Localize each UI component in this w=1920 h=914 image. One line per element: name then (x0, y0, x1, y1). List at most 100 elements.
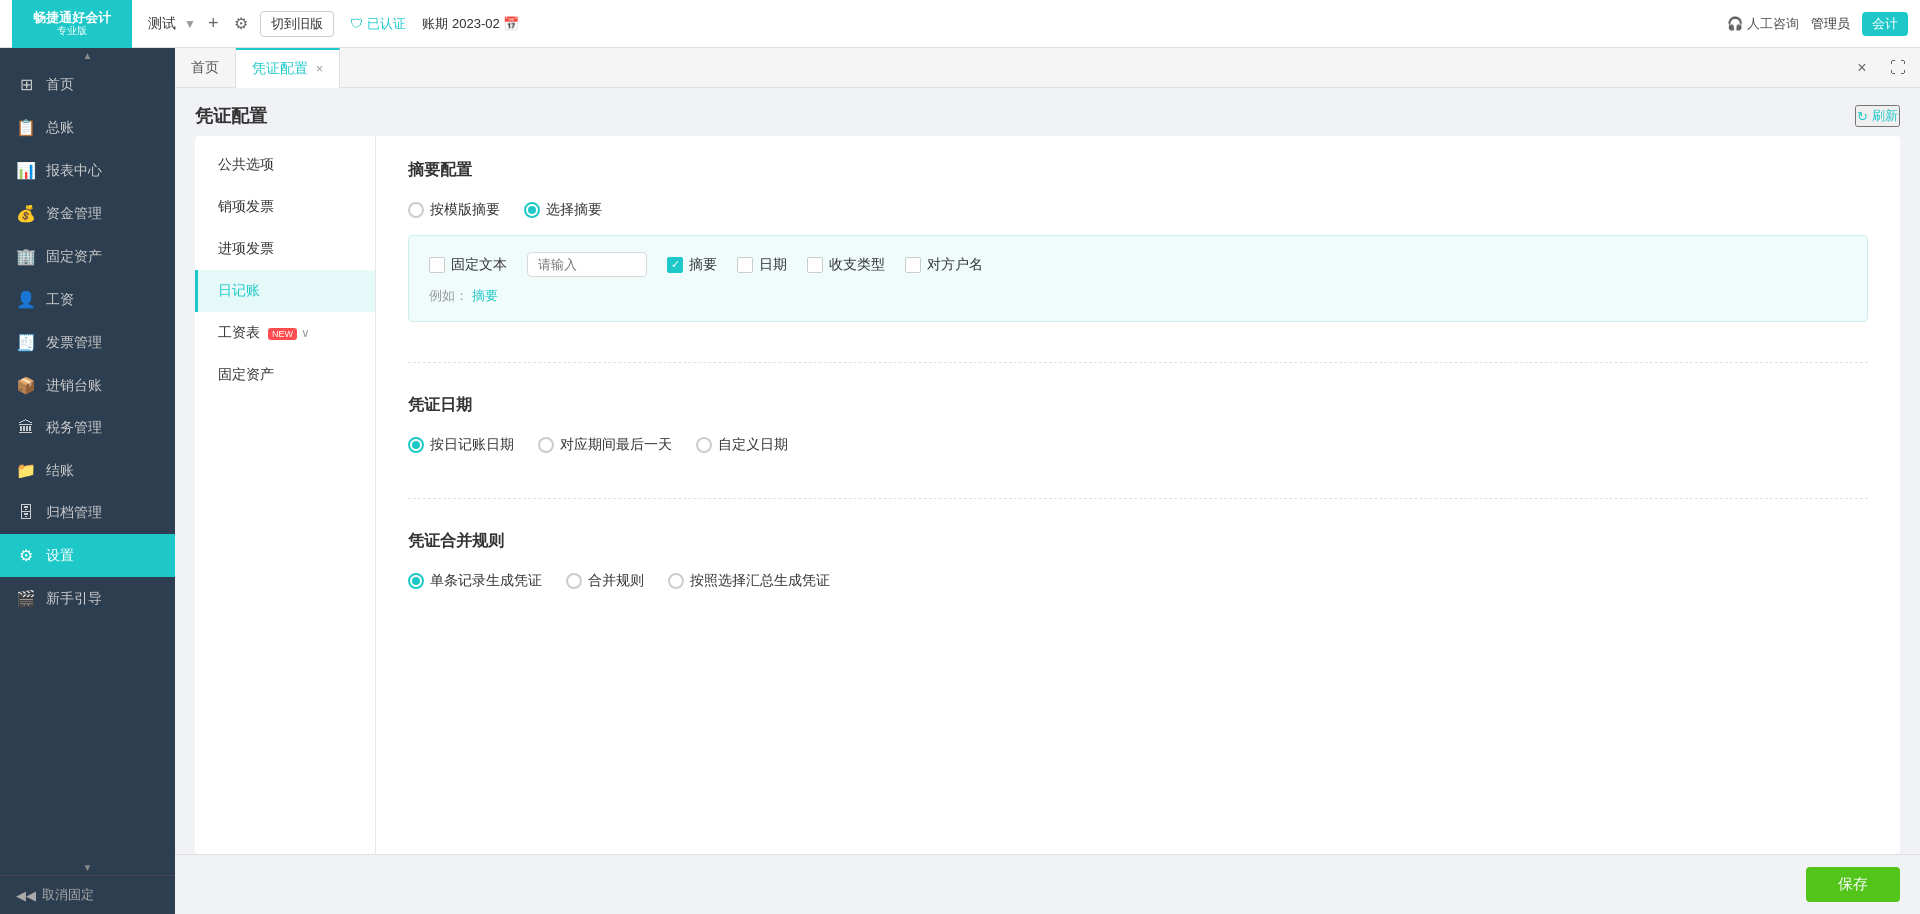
checkbox-fixed-text[interactable]: 固定文本 (429, 256, 507, 274)
page-header: 凭证配置 ↻ 刷新 (175, 88, 1920, 136)
date-section: 凭证日期 按日记账日期 对应期间最后一天 (408, 395, 1868, 499)
fixed-text-checkbox (429, 257, 445, 273)
period-label: 账期 2023-02 📅 (422, 15, 519, 33)
tab-home[interactable]: 首页 (175, 48, 236, 88)
sidebar-item-invoice[interactable]: 🧾 发票管理 (0, 321, 175, 364)
sidebar: ▲ ⊞ 首页 📋 总账 📊 报表中心 💰 资金管理 🏢 固定资产 (0, 48, 175, 914)
content-area: 首页 凭证配置 × × ⛶ 凭证配置 ↻ 刷新 (175, 48, 1920, 914)
refresh-icon: ↻ (1857, 109, 1868, 124)
tabbar: 首页 凭证配置 × × ⛶ (175, 48, 1920, 88)
gear-icon: ⚙ (16, 546, 36, 565)
topbar: 畅捷通好会计 专业版 测试 ▼ + ⚙ 切到旧版 🛡 已认证 账期 2023-0… (0, 0, 1920, 48)
merge-radio-group: 单条记录生成凭证 合并规则 按照选择汇总生成凭证 (408, 572, 1868, 590)
admin-button[interactable]: 管理员 (1811, 15, 1850, 33)
abstract-radio-group: 按模版摘要 选择摘要 (408, 201, 1868, 219)
sidebar-item-sales[interactable]: 📦 进销台账 (0, 364, 175, 407)
accountant-button[interactable]: 会计 (1862, 12, 1908, 36)
radio-select-merge[interactable]: 按照选择汇总生成凭证 (668, 572, 830, 590)
left-nav-public[interactable]: 公共选项 (195, 144, 375, 186)
topbar-right: 🎧 人工咨询 管理员 会计 (1727, 12, 1908, 36)
app-edition: 专业版 (33, 25, 111, 37)
headset-icon: 🎧 (1727, 16, 1743, 31)
page-content: 凭证配置 ↻ 刷新 公共选项 销项发票 进项发票 (175, 88, 1920, 914)
fixed-assets-icon: 🏢 (16, 247, 36, 266)
left-nav-purchase-invoice[interactable]: 进项发票 (195, 228, 375, 270)
radio-circle-template (408, 202, 424, 218)
radio-period-last[interactable]: 对应期间最后一天 (538, 436, 672, 454)
abstract-options-box: 固定文本 ✓ 摘要 日期 (408, 235, 1868, 322)
left-nav-sales-invoice[interactable]: 销项发票 (195, 186, 375, 228)
left-nav: 公共选项 销项发票 进项发票 日记账 工资表 NEW ∨ (195, 136, 375, 854)
radio-custom-date[interactable]: 自定义日期 (696, 436, 788, 454)
archive-icon: 🗄 (16, 504, 36, 522)
app-name: 畅捷通好会计 (33, 10, 111, 26)
radio-circle-single (408, 573, 424, 589)
fixed-text-input[interactable] (527, 252, 647, 277)
abstract-section: 摘要配置 按模版摘要 选择摘要 (408, 160, 1868, 363)
sidebar-item-tax[interactable]: 🏛 税务管理 (0, 407, 175, 449)
sidebar-item-guide[interactable]: 🎬 新手引导 (0, 577, 175, 620)
right-content: 摘要配置 按模版摘要 选择摘要 (375, 136, 1900, 854)
old-version-button[interactable]: 切到旧版 (260, 11, 334, 37)
sidebar-scroll: ⊞ 首页 📋 总账 📊 报表中心 💰 资金管理 🏢 固定资产 👤 工资 (0, 63, 175, 860)
sidebar-item-home[interactable]: ⊞ 首页 (0, 63, 175, 106)
checkbox-date[interactable]: 日期 (737, 256, 787, 274)
settings-icon[interactable]: ⚙ (234, 14, 248, 33)
cancel-fixed-button[interactable]: ◀◀ 取消固定 (0, 876, 175, 914)
save-button[interactable]: 保存 (1806, 867, 1900, 902)
logo: 畅捷通好会计 专业版 (12, 0, 132, 48)
page-title: 凭证配置 (195, 104, 267, 128)
refresh-button[interactable]: ↻ 刷新 (1855, 105, 1900, 127)
tab-close-button[interactable]: × (316, 62, 323, 76)
sidebar-item-report[interactable]: 📊 报表中心 (0, 149, 175, 192)
tab-voucher-config[interactable]: 凭证配置 × (236, 48, 340, 88)
radio-circle-journal-date (408, 437, 424, 453)
radio-journal-date[interactable]: 按日记账日期 (408, 436, 514, 454)
sidebar-item-settings[interactable]: ⚙ 设置 (0, 534, 175, 577)
sidebar-item-ledger[interactable]: 📋 总账 (0, 106, 175, 149)
close-window-button[interactable]: × (1848, 54, 1876, 82)
consult-button[interactable]: 🎧 人工咨询 (1727, 15, 1799, 33)
certified-badge: 🛡 已认证 (350, 15, 406, 33)
sidebar-item-funds[interactable]: 💰 资金管理 (0, 192, 175, 235)
main-layout: ▲ ⊞ 首页 📋 总账 📊 报表中心 💰 资金管理 🏢 固定资产 (0, 48, 1920, 914)
radio-select-abstract[interactable]: 选择摘要 (524, 201, 602, 219)
page-body: 公共选项 销项发票 进项发票 日记账 工资表 NEW ∨ (175, 136, 1920, 854)
radio-merge-rule[interactable]: 合并规则 (566, 572, 644, 590)
sidebar-bottom: ◀◀ 取消固定 (0, 875, 175, 914)
checkbox-abstract[interactable]: ✓ 摘要 (667, 256, 717, 274)
checkbox-counterparty[interactable]: 对方户名 (905, 256, 983, 274)
radio-single[interactable]: 单条记录生成凭证 (408, 572, 542, 590)
home-icon: ⊞ (16, 75, 36, 94)
salary-icon: 👤 (16, 290, 36, 309)
pin-icon: ◀◀ (16, 888, 36, 903)
income-type-checkbox (807, 257, 823, 273)
sidebar-item-archive[interactable]: 🗄 归档管理 (0, 492, 175, 534)
expand-button[interactable]: ⛶ (1884, 54, 1912, 82)
radio-circle-merge-rule (566, 573, 582, 589)
radio-circle-select-merge (668, 573, 684, 589)
calendar-icon[interactable]: 📅 (503, 16, 519, 31)
radio-template-abstract[interactable]: 按模版摘要 (408, 201, 500, 219)
close-accounts-icon: 📁 (16, 461, 36, 480)
left-nav-journal[interactable]: 日记账 (195, 270, 375, 312)
tax-icon: 🏛 (16, 419, 36, 437)
sidebar-item-salary[interactable]: 👤 工资 (0, 278, 175, 321)
left-nav-fixed-assets[interactable]: 固定资产 (195, 354, 375, 396)
left-nav-payroll[interactable]: 工资表 NEW ∨ (195, 312, 375, 354)
project-dropdown-icon[interactable]: ▼ (184, 17, 196, 31)
invoice-icon: 🧾 (16, 333, 36, 352)
report-icon: 📊 (16, 161, 36, 180)
sales-icon: 📦 (16, 376, 36, 395)
add-button[interactable]: + (208, 13, 219, 34)
sidebar-item-close[interactable]: 📁 结账 (0, 449, 175, 492)
sidebar-item-fixed-assets[interactable]: 🏢 固定资产 (0, 235, 175, 278)
merge-section-title: 凭证合并规则 (408, 531, 1868, 552)
sidebar-scroll-down[interactable]: ▼ (0, 860, 175, 875)
funds-icon: 💰 (16, 204, 36, 223)
payroll-expand-icon[interactable]: ∨ (301, 326, 310, 340)
sidebar-scroll-up[interactable]: ▲ (0, 48, 175, 63)
project-name: 测试 (148, 15, 176, 33)
checkbox-income-type[interactable]: 收支类型 (807, 256, 885, 274)
merge-section: 凭证合并规则 单条记录生成凭证 合并规则 (408, 531, 1868, 634)
